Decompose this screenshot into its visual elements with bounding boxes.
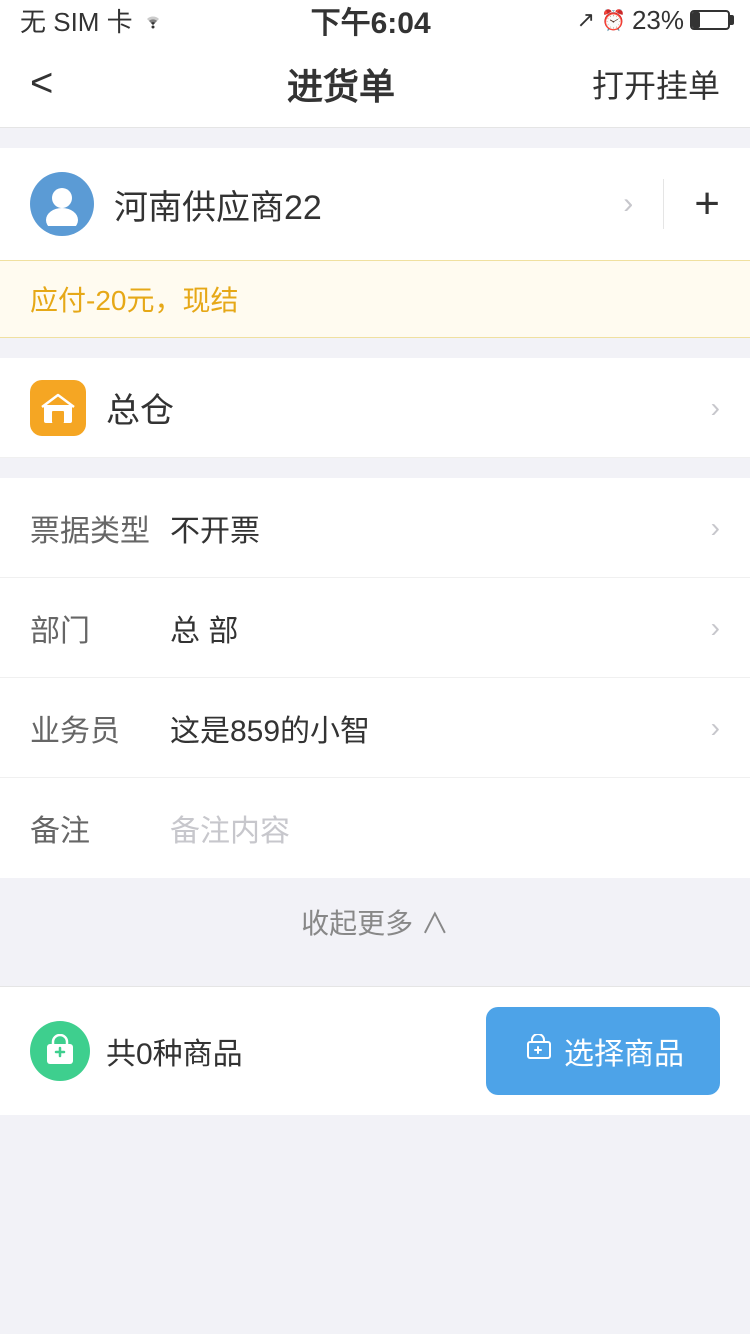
nav-title: 进货单 — [287, 58, 395, 110]
remark-label: 备注 — [30, 806, 170, 850]
form-row-invoice[interactable]: 票据类型 不开票 › — [0, 478, 750, 578]
bottom-bar: 共0种商品 选择商品 — [0, 986, 750, 1115]
battery-icon — [690, 10, 730, 30]
battery-percent: 23% — [632, 5, 684, 36]
status-bar: 无 SIM 卡 下午6:04 ↗ ⏰ 23% — [0, 0, 750, 40]
form-row-salesman[interactable]: 业务员 这是859的小智 › — [0, 678, 750, 778]
select-btn-label: 选择商品 — [564, 1029, 684, 1073]
back-button[interactable]: < — [30, 61, 90, 106]
remark-value[interactable]: 备注内容 — [170, 806, 720, 850]
invoice-label: 票据类型 — [30, 506, 170, 550]
invoice-chevron-icon: › — [711, 512, 720, 544]
supplier-avatar — [30, 172, 94, 236]
status-time: 下午6:04 — [311, 0, 431, 42]
warehouse-row[interactable]: 总仓 › — [0, 358, 750, 458]
dept-value: 总 部 — [170, 606, 711, 650]
alarm-icon: ⏰ — [601, 8, 626, 33]
product-icon — [30, 1021, 90, 1081]
supplier-row[interactable]: 河南供应商22 › + — [0, 148, 750, 260]
collapse-label: 收起更多 ∧ — [301, 902, 449, 942]
salesman-value: 这是859的小智 — [170, 706, 711, 750]
carrier-text: 无 SIM 卡 — [20, 2, 133, 39]
product-count-section: 共0种商品 — [30, 1021, 243, 1081]
nav-bar: < 进货单 打开挂单 — [0, 40, 750, 128]
collapse-button[interactable]: 收起更多 ∧ — [0, 878, 750, 966]
section-divider-1 — [0, 128, 750, 148]
form-row-dept[interactable]: 部门 总 部 › — [0, 578, 750, 678]
supplier-chevron-icon: › — [623, 187, 633, 221]
status-right: ↗ ⏰ 23% — [577, 5, 730, 36]
section-divider-3 — [0, 458, 750, 478]
warehouse-chevron-icon: › — [711, 392, 720, 424]
warehouse-icon-bg — [30, 380, 86, 436]
product-count-text: 共0种商品 — [106, 1029, 243, 1073]
wifi-icon — [141, 5, 165, 36]
select-product-button[interactable]: 选择商品 — [486, 1007, 720, 1095]
supplier-actions: › + — [623, 179, 720, 229]
dept-label: 部门 — [30, 606, 170, 650]
notice-text: 应付-20元，现结 — [30, 285, 238, 316]
form-row-remark[interactable]: 备注 备注内容 — [0, 778, 750, 878]
status-left: 无 SIM 卡 — [20, 2, 165, 39]
salesman-chevron-icon: › — [711, 712, 720, 744]
location-icon: ↗ — [577, 7, 595, 33]
add-supplier-button[interactable]: + — [694, 182, 720, 226]
open-pending-button[interactable]: 打开挂单 — [592, 61, 720, 107]
supplier-name: 河南供应商22 — [114, 180, 623, 229]
form-section: 票据类型 不开票 › 部门 总 部 › 业务员 这是859的小智 › 备注 备注… — [0, 478, 750, 878]
dept-chevron-icon: › — [711, 612, 720, 644]
cart-icon — [522, 1034, 554, 1069]
salesman-label: 业务员 — [30, 706, 170, 750]
vertical-divider — [663, 179, 664, 229]
warehouse-name: 总仓 — [106, 383, 711, 432]
supplier-section: 河南供应商22 › + 应付-20元，现结 — [0, 148, 750, 338]
invoice-value: 不开票 — [170, 506, 711, 550]
page-background — [0, 1115, 750, 1315]
section-divider-2 — [0, 338, 750, 358]
notice-bar: 应付-20元，现结 — [0, 260, 750, 338]
